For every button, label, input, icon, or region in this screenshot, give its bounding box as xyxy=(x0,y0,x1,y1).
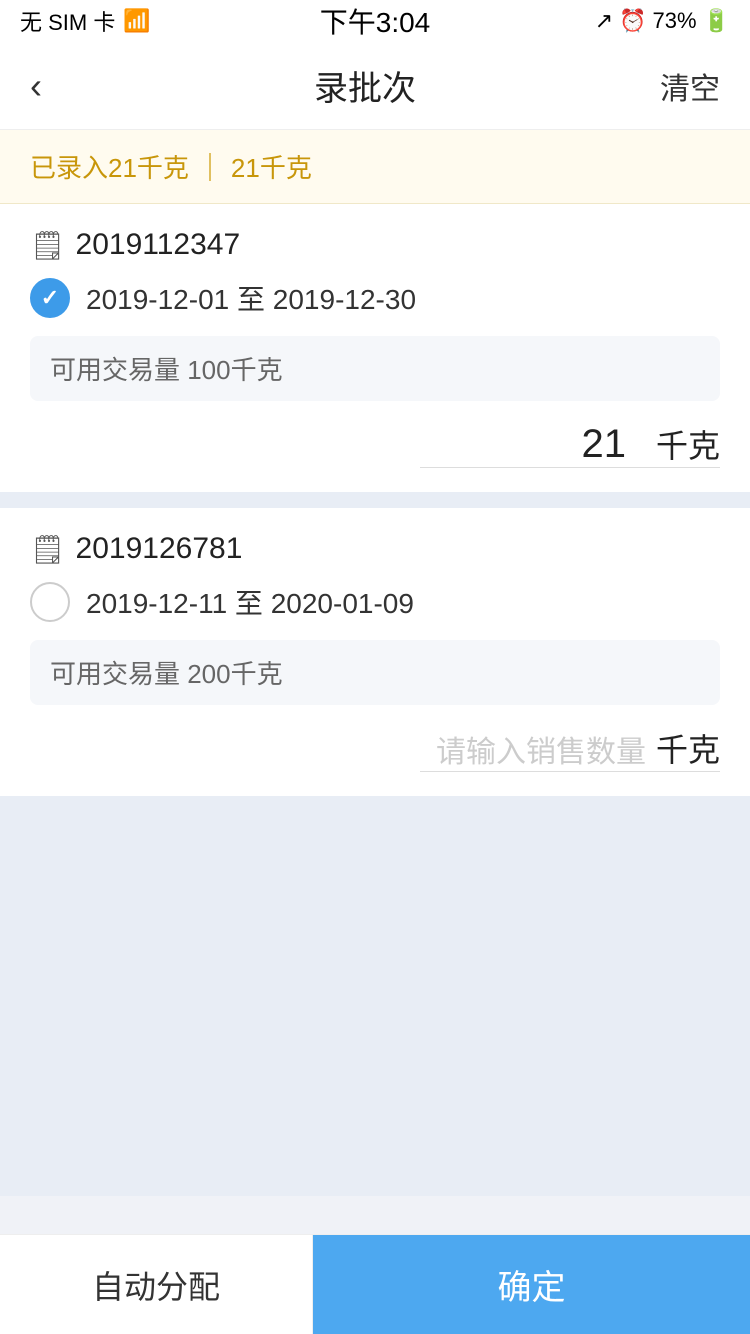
batch-qty-box-2: 可用交易量 200千克 xyxy=(30,640,720,705)
confirm-button[interactable]: 确定 xyxy=(313,1235,750,1334)
batch-doc-icon-1: 🗒 xyxy=(30,229,66,262)
batch-id-2: 2019126781 xyxy=(76,532,243,566)
summary-value: 21千克 xyxy=(231,148,312,185)
input-underline-row-2 xyxy=(0,771,750,796)
battery-icon: 🔋 xyxy=(703,8,730,34)
alarm-icon: ⏰ xyxy=(619,8,646,34)
wifi-icon: 📶 xyxy=(123,8,150,34)
location-icon: ↗ xyxy=(595,8,613,34)
card-divider xyxy=(0,492,750,508)
back-button[interactable]: ‹ xyxy=(30,65,90,107)
qty-input-placeholder: 请输入销售数量 xyxy=(436,727,646,771)
summary-divider xyxy=(209,153,211,181)
batch-date-row-2[interactable]: 2019-12-11 至 2020-01-09 xyxy=(30,582,720,622)
nav-bar: ‹ 录批次 清空 xyxy=(0,42,750,130)
batch-id-1: 2019112347 xyxy=(76,228,241,262)
batch-id-row-2: 🗒 2019126781 xyxy=(30,532,720,566)
carrier-text: 无 SIM 卡 xyxy=(20,5,115,37)
battery-percent: 73% xyxy=(653,8,697,34)
batch-date-1: 2019-12-01 至 2019-12-30 xyxy=(86,278,416,318)
qty-input-unit: 千克 xyxy=(656,725,720,771)
page-title: 录批次 xyxy=(314,61,416,110)
input-row-2[interactable]: 请输入销售数量 千克 xyxy=(0,705,750,771)
batch-qty-box-1: 可用交易量 100千克 xyxy=(30,336,720,401)
batch-qty-text-1: 可用交易量 100千克 xyxy=(50,355,283,385)
batch-item-1: 🗒 2019112347 2019-12-01 至 2019-12-30 可用交… xyxy=(0,204,750,401)
amount-unit-1: 千克 xyxy=(656,421,720,467)
empty-gray-area xyxy=(0,796,750,1196)
clear-button[interactable]: 清空 xyxy=(640,64,720,108)
batch-id-row-1: 🗒 2019112347 xyxy=(30,228,720,262)
batch-date-2: 2019-12-11 至 2020-01-09 xyxy=(86,582,414,622)
content-area: 已录入21千克 21千克 🗒 2019112347 2019-12-01 至 2… xyxy=(0,130,750,1296)
amount-underline-row-1 xyxy=(0,467,750,492)
batch-card-1: 🗒 2019112347 2019-12-01 至 2019-12-30 可用交… xyxy=(0,204,750,492)
amount-underline-1 xyxy=(420,467,720,468)
status-left: 无 SIM 卡 📶 xyxy=(20,5,151,37)
batch-radio-2[interactable] xyxy=(30,582,70,622)
summary-bar: 已录入21千克 21千克 xyxy=(0,130,750,204)
input-underline-2 xyxy=(420,771,720,772)
summary-recorded-label: 已录入21千克 xyxy=(30,148,189,185)
batch-item-2: 🗒 2019126781 2019-12-11 至 2020-01-09 可用交… xyxy=(0,508,750,705)
time-display: 下午3:04 xyxy=(320,1,431,41)
bottom-bar: 自动分配 确定 xyxy=(0,1234,750,1334)
batch-date-row-1[interactable]: 2019-12-01 至 2019-12-30 xyxy=(30,278,720,318)
batch-card-2: 🗒 2019126781 2019-12-11 至 2020-01-09 可用交… xyxy=(0,508,750,796)
batch-radio-1[interactable] xyxy=(30,278,70,318)
amount-value-1: 21 xyxy=(581,422,626,467)
batch-qty-text-2: 可用交易量 200千克 xyxy=(50,659,283,689)
auto-distribute-button[interactable]: 自动分配 xyxy=(0,1235,313,1334)
status-right: ↗ ⏰ 73% 🔋 xyxy=(595,8,730,34)
amount-row-1: 21 千克 xyxy=(0,401,750,467)
batch-doc-icon-2: 🗒 xyxy=(30,533,66,566)
status-bar: 无 SIM 卡 📶 下午3:04 ↗ ⏰ 73% 🔋 xyxy=(0,0,750,42)
